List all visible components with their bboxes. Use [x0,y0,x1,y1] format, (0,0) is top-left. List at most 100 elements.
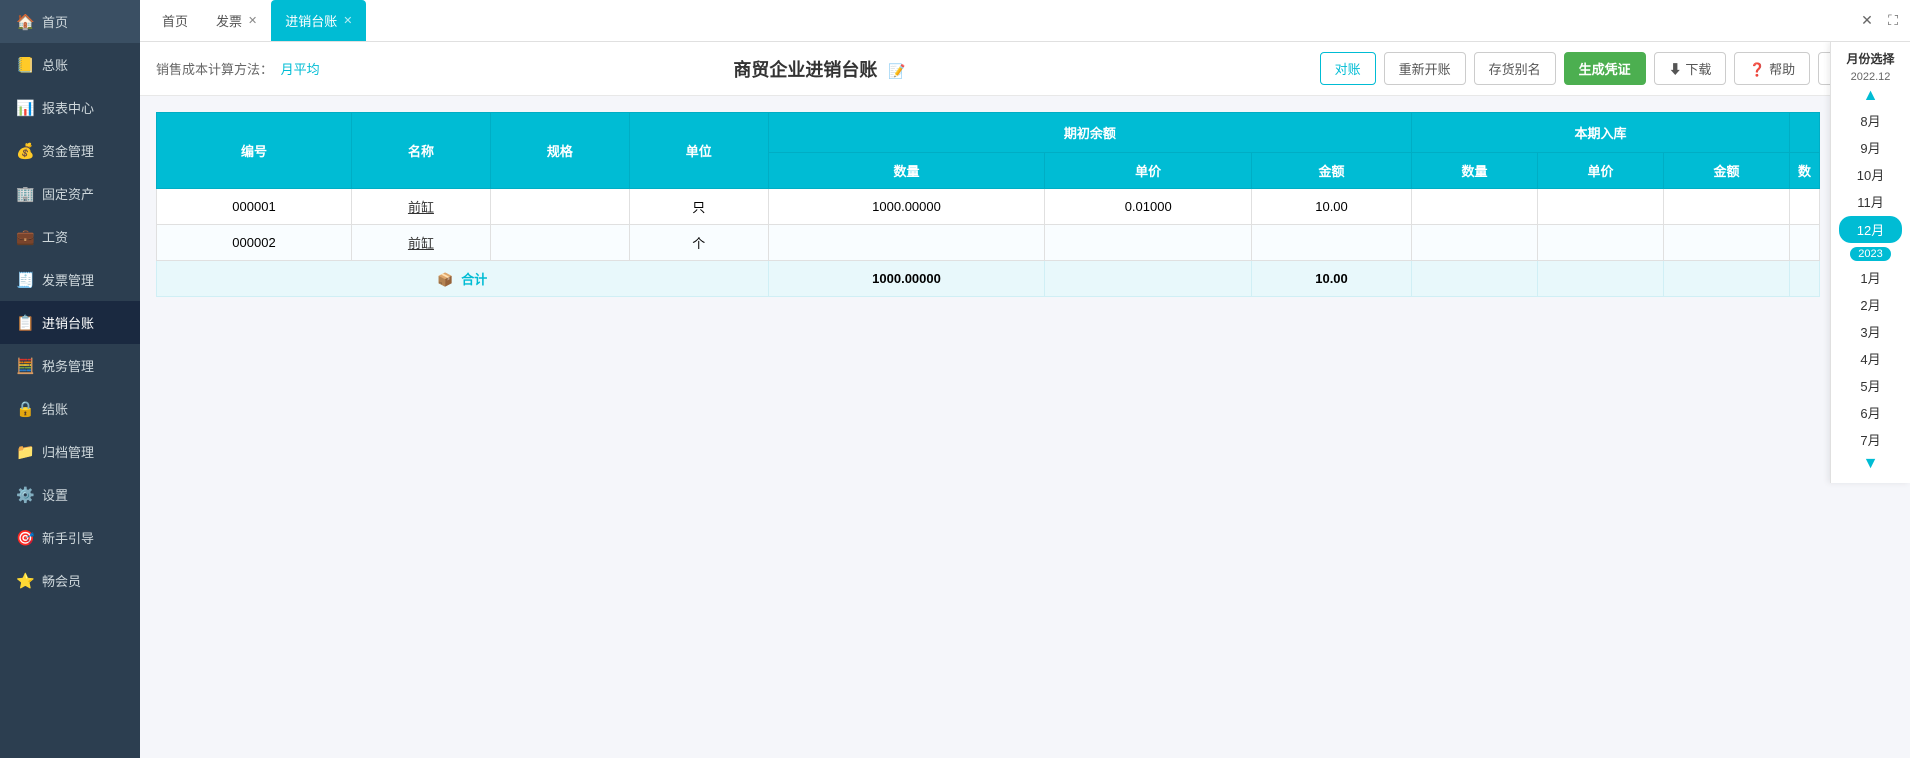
sidebar-item-ledger[interactable]: 📒 总账 [0,43,140,86]
sidebar-item-archive[interactable]: 📁 归档管理 [0,430,140,473]
cell-ruku-amount [1663,189,1789,225]
sidebar-item-assets[interactable]: 🏢 固定资产 [0,172,140,215]
month-item-2[interactable]: 2月 [1831,291,1910,318]
guide-icon: 🎯 [16,529,34,547]
col-header-ruku: 本期入库 [1412,113,1790,153]
sidebar-item-reports[interactable]: 📊 报表中心 [0,86,140,129]
month-panel: 月份选择 2022.12 ▲ 8月 9月 10月 11月 12月 2023 1月… [1830,42,1910,483]
cell-id: 000002 [157,225,352,261]
col-header-unit: 单位 [629,113,768,189]
col-sub-qichu-amount: 金额 [1252,153,1412,189]
window-controls: ✕ ⛶ [1858,12,1902,30]
cell-qichu-price: 0.01000 [1045,189,1252,225]
sidebar-item-payroll[interactable]: 💼 工资 [0,215,140,258]
sidebar-item-member[interactable]: ⭐ 畅会员 [0,559,140,602]
sidebar: 🏠 首页 📒 总账 📊 报表中心 💰 资金管理 🏢 固定资产 💼 工资 🧾 发票… [0,0,140,758]
total-label-cell: 📦 合计 [157,261,769,297]
tab-jinxiao[interactable]: 进销台账 ✕ [271,0,366,41]
cell-extra [1790,225,1820,261]
total-qichu-amount: 10.00 [1252,261,1412,297]
edit-title-icon[interactable]: 📝 [888,63,905,79]
help-button[interactable]: ❓ 帮助 [1734,52,1810,85]
page-title: 商贸企业进销台账 📝 [336,56,1304,82]
month-item-3[interactable]: 3月 [1831,318,1910,345]
cell-qichu-qty: 1000.00000 [768,189,1045,225]
sidebar-item-jinxiao[interactable]: 📋 进销台账 [0,301,140,344]
cell-unit: 只 [629,189,768,225]
window-maximize-button[interactable]: ⛶ [1884,12,1902,30]
cell-ruku-qty [1412,189,1538,225]
main-table: 编号 名称 规格 单位 期初余额 本期入库 数量 单价 金额 数量 单价 [156,112,1820,297]
month-item-9[interactable]: 9月 [1831,134,1910,161]
settings-icon: ⚙️ [16,486,34,504]
payroll-icon: 💼 [16,228,34,246]
month-item-6[interactable]: 6月 [1831,399,1910,426]
month-item-10[interactable]: 10月 [1831,161,1910,188]
download-icon: ⬇ [1669,62,1682,77]
year-badge-2023: 2023 [1850,247,1890,261]
reports-icon: 📊 [16,99,34,117]
total-ruku-qty [1412,261,1538,297]
close-account-icon: 🔒 [16,400,34,418]
month-item-1[interactable]: 1月 [1831,264,1910,291]
total-row: 📦 合计 1000.00000 10.00 [157,261,1820,297]
tab-bar: 首页 发票 ✕ 进销台账 ✕ ✕ ⛶ [140,0,1910,42]
month-scroll-up[interactable]: ▲ [1861,85,1881,107]
cell-extra [1790,189,1820,225]
month-item-12[interactable]: 12月 [1839,216,1902,243]
content-area: 销售成本计算方法： 月平均 商贸企业进销台账 📝 对账 重新开账 存货别名 生成… [140,42,1910,758]
jinxiao-icon: 📋 [16,314,34,332]
month-scroll-down[interactable]: ▼ [1861,453,1881,475]
member-icon: ⭐ [16,572,34,590]
tax-icon: 🧮 [16,357,34,375]
month-item-7[interactable]: 7月 [1831,426,1910,453]
sidebar-item-tax[interactable]: 🧮 税务管理 [0,344,140,387]
sidebar-item-close[interactable]: 🔒 结账 [0,387,140,430]
total-qichu-qty: 1000.00000 [768,261,1045,297]
col-header-id: 编号 [157,113,352,189]
invoice-mgmt-icon: 🧾 [16,271,34,289]
cell-qichu-price [1045,225,1252,261]
col-header-name: 名称 [352,113,491,189]
save-alias-button[interactable]: 存货别名 [1474,52,1556,85]
total-ruku-amount [1663,261,1789,297]
sidebar-item-guide[interactable]: 🎯 新手引导 [0,516,140,559]
generate-voucher-button[interactable]: 生成凭证 [1564,52,1646,85]
cell-qichu-amount: 10.00 [1252,189,1412,225]
cell-qichu-amount [1252,225,1412,261]
finance-icon: 💰 [16,142,34,160]
month-year-2022: 2022.12 [1851,71,1891,83]
duizhang-button[interactable]: 对账 [1320,52,1376,85]
sidebar-item-invoice-mgmt[interactable]: 🧾 发票管理 [0,258,140,301]
home-icon: 🏠 [16,13,34,31]
col-header-spec: 规格 [490,113,629,189]
total-ruku-price [1537,261,1663,297]
col-sub-extra: 数 [1790,153,1820,189]
cell-qichu-qty [768,225,1045,261]
cell-name: 前缸 [352,225,491,261]
month-item-11[interactable]: 11月 [1831,188,1910,215]
assets-icon: 🏢 [16,185,34,203]
tab-home[interactable]: 首页 [148,0,202,41]
tab-invoice[interactable]: 发票 ✕ [202,0,271,41]
month-item-4[interactable]: 4月 [1831,345,1910,372]
month-item-8[interactable]: 8月 [1831,107,1910,134]
cell-ruku-amount [1663,225,1789,261]
cell-ruku-qty [1412,225,1538,261]
cell-ruku-price [1537,225,1663,261]
tab-jinxiao-close[interactable]: ✕ [343,14,352,27]
download-button[interactable]: ⬇ 下载 [1654,52,1727,85]
window-close-button[interactable]: ✕ [1858,12,1876,30]
sidebar-item-settings[interactable]: ⚙️ 设置 [0,473,140,516]
sidebar-item-finance[interactable]: 💰 资金管理 [0,129,140,172]
col-sub-ruku-amount: 金额 [1663,153,1789,189]
col-sub-ruku-price: 单价 [1537,153,1663,189]
month-item-5[interactable]: 5月 [1831,372,1910,399]
tab-invoice-close[interactable]: ✕ [248,14,257,27]
reopen-button[interactable]: 重新开账 [1384,52,1466,85]
cell-ruku-price [1537,189,1663,225]
sidebar-item-home[interactable]: 🏠 首页 [0,0,140,43]
col-header-qichu: 期初余额 [768,113,1411,153]
table-row: 000002 前缸 个 [157,225,1820,261]
col-sub-ruku-qty: 数量 [1412,153,1538,189]
